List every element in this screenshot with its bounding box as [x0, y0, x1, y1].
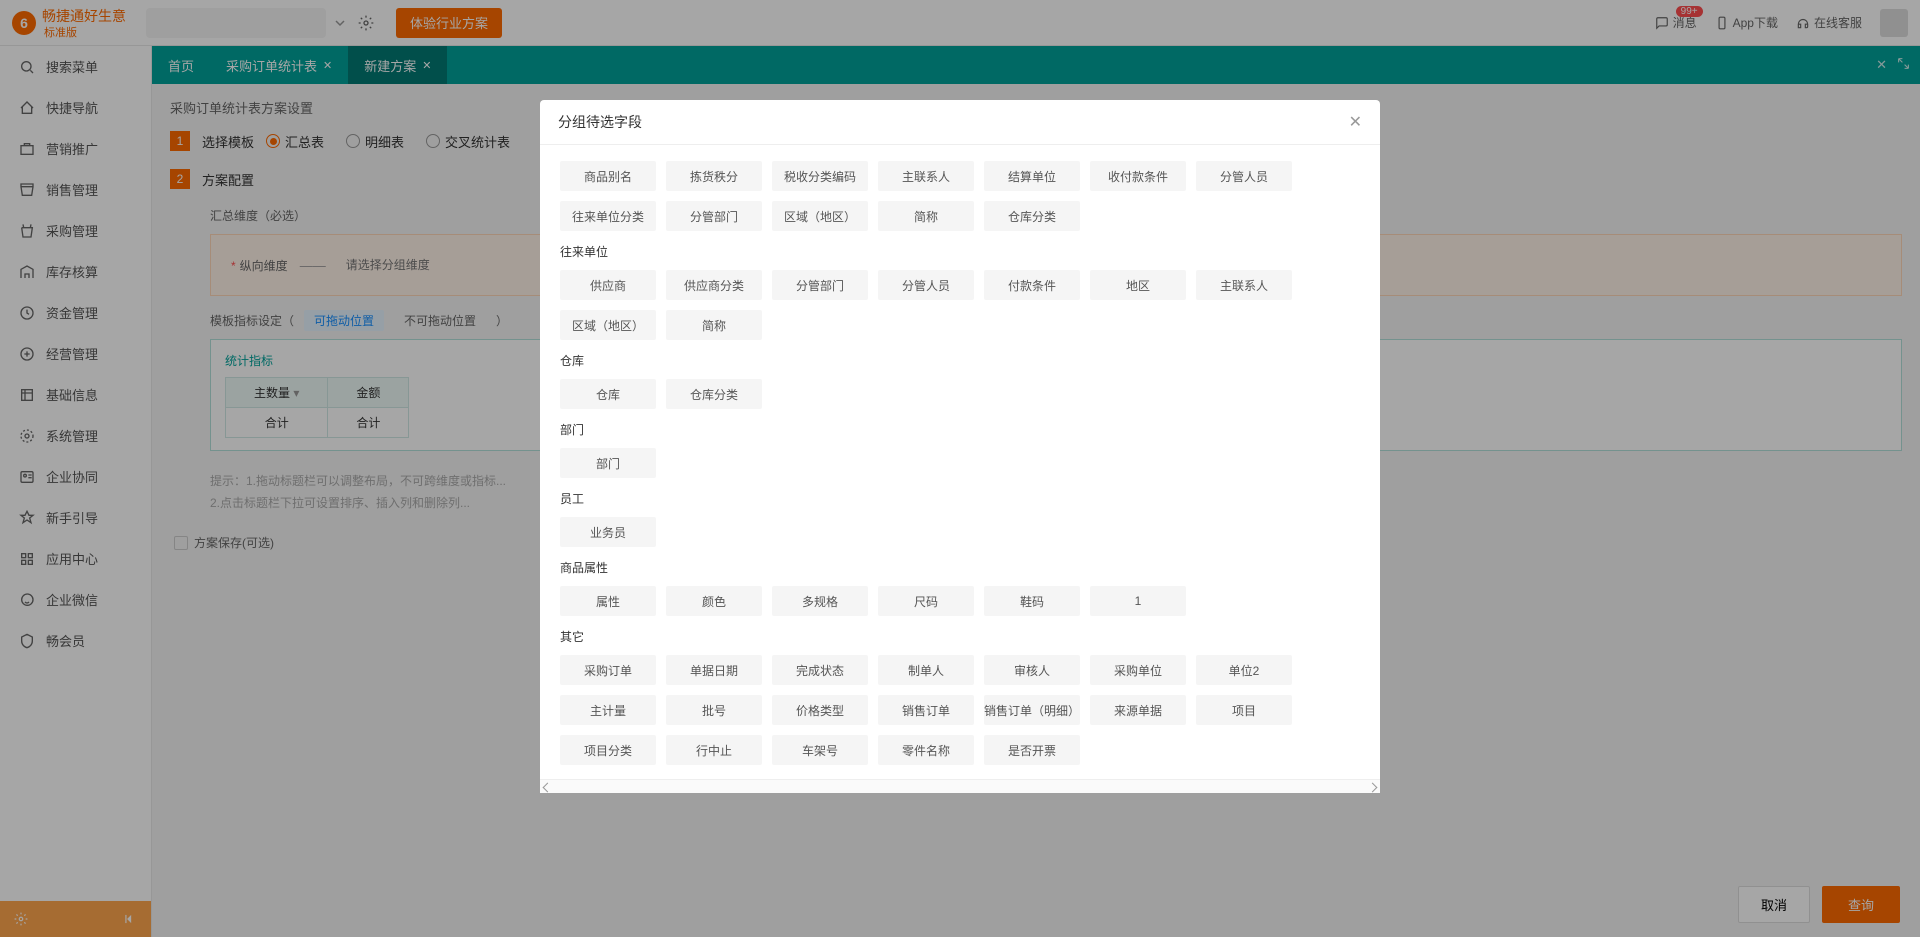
field-chip[interactable]: 销售订单	[878, 695, 974, 725]
field-chip[interactable]: 批号	[666, 695, 762, 725]
field-chip[interactable]: 简称	[878, 201, 974, 231]
field-chip[interactable]: 往来单位分类	[560, 201, 656, 231]
field-chip[interactable]: 项目分类	[560, 735, 656, 765]
field-chip[interactable]: 地区	[1090, 270, 1186, 300]
field-chip[interactable]: 采购订单	[560, 655, 656, 685]
field-chip[interactable]: 鞋码	[984, 586, 1080, 616]
field-chip[interactable]: 仓库	[560, 379, 656, 409]
field-chip[interactable]: 主联系人	[878, 161, 974, 191]
field-chip[interactable]: 来源单据	[1090, 695, 1186, 725]
field-chip[interactable]: 主计量	[560, 695, 656, 725]
field-chip[interactable]: 采购单位	[1090, 655, 1186, 685]
field-group: 部门部门	[560, 421, 1360, 478]
group-title: 仓库	[560, 352, 1360, 369]
chips-row: 部门	[560, 448, 1360, 478]
field-chip[interactable]: 制单人	[878, 655, 974, 685]
field-chip[interactable]: 尺码	[878, 586, 974, 616]
field-chip[interactable]: 付款条件	[984, 270, 1080, 300]
field-chip[interactable]: 单位2	[1196, 655, 1292, 685]
modal-title: 分组待选字段	[558, 112, 642, 132]
field-chip[interactable]: 项目	[1196, 695, 1292, 725]
group-title: 员工	[560, 490, 1360, 507]
field-chip[interactable]: 行中止	[666, 735, 762, 765]
chips-row: 采购订单单据日期完成状态制单人审核人采购单位单位2 主计量批号价格类型销售订单销售…	[560, 655, 1360, 765]
modal-body: 商品别名拣货秩分税收分类编码主联系人结算单位收付款条件分管人员往来单位分类分管部…	[540, 145, 1380, 779]
field-chip[interactable]: 分管部门	[666, 201, 762, 231]
field-chip[interactable]: 区域（地区）	[560, 310, 656, 340]
field-chip[interactable]: 供应商	[560, 270, 656, 300]
field-chip[interactable]: 拣货秩分	[666, 161, 762, 191]
field-chip[interactable]: 仓库分类	[666, 379, 762, 409]
field-group: 其它采购订单单据日期完成状态制单人审核人采购单位单位2主计量批号价格类型销售订单…	[560, 628, 1360, 765]
field-selector-modal: 分组待选字段 ✕ 商品别名拣货秩分税收分类编码主联系人结算单位收付款条件分管人员…	[540, 100, 1380, 793]
chips-row: 仓库仓库分类	[560, 379, 1360, 409]
horizontal-scrollbar[interactable]	[540, 779, 1380, 793]
field-chip[interactable]: 零件名称	[878, 735, 974, 765]
field-chip[interactable]: 1	[1090, 586, 1186, 616]
field-chip[interactable]: 收付款条件	[1090, 161, 1186, 191]
field-chip[interactable]: 单据日期	[666, 655, 762, 685]
field-group: 往来单位供应商供应商分类分管部门分管人员付款条件地区主联系人区域（地区） 简称	[560, 243, 1360, 340]
chips-row: 业务员	[560, 517, 1360, 547]
field-chip[interactable]: 颜色	[666, 586, 762, 616]
group-title: 其它	[560, 628, 1360, 645]
field-chip[interactable]: 车架号	[772, 735, 868, 765]
field-group: 商品别名拣货秩分税收分类编码主联系人结算单位收付款条件分管人员往来单位分类分管部…	[560, 161, 1360, 231]
field-chip[interactable]: 税收分类编码	[772, 161, 868, 191]
field-chip[interactable]: 部门	[560, 448, 656, 478]
modal-header: 分组待选字段 ✕	[540, 100, 1380, 145]
chips-row: 商品别名拣货秩分税收分类编码主联系人结算单位收付款条件分管人员往来单位分类分管部…	[560, 161, 1360, 231]
field-chip[interactable]: 结算单位	[984, 161, 1080, 191]
field-chip[interactable]: 分管人员	[1196, 161, 1292, 191]
field-chip[interactable]: 属性	[560, 586, 656, 616]
group-title: 商品属性	[560, 559, 1360, 576]
field-chip[interactable]: 完成状态	[772, 655, 868, 685]
chips-row: 属性颜色多规格尺码鞋码 1	[560, 586, 1360, 616]
field-chip[interactable]: 是否开票	[984, 735, 1080, 765]
field-chip[interactable]: 业务员	[560, 517, 656, 547]
field-chip[interactable]: 简称	[666, 310, 762, 340]
field-chip[interactable]: 销售订单（明细）	[984, 695, 1080, 725]
chips-row: 供应商供应商分类分管部门分管人员付款条件地区主联系人区域（地区） 简称	[560, 270, 1360, 340]
field-chip[interactable]: 分管部门	[772, 270, 868, 300]
group-title: 往来单位	[560, 243, 1360, 260]
field-chip[interactable]: 主联系人	[1196, 270, 1292, 300]
field-group: 员工业务员	[560, 490, 1360, 547]
group-title: 部门	[560, 421, 1360, 438]
field-chip[interactable]: 审核人	[984, 655, 1080, 685]
field-group: 商品属性属性颜色多规格尺码鞋码 1	[560, 559, 1360, 616]
field-chip[interactable]: 区域（地区）	[772, 201, 868, 231]
field-chip[interactable]: 仓库分类	[984, 201, 1080, 231]
field-group: 仓库仓库仓库分类	[560, 352, 1360, 409]
modal-overlay: 分组待选字段 ✕ 商品别名拣货秩分税收分类编码主联系人结算单位收付款条件分管人员…	[0, 0, 1920, 937]
field-chip[interactable]: 多规格	[772, 586, 868, 616]
field-chip[interactable]: 商品别名	[560, 161, 656, 191]
field-chip[interactable]: 分管人员	[878, 270, 974, 300]
field-chip[interactable]: 价格类型	[772, 695, 868, 725]
close-icon[interactable]: ✕	[1349, 112, 1362, 132]
field-chip[interactable]: 供应商分类	[666, 270, 762, 300]
